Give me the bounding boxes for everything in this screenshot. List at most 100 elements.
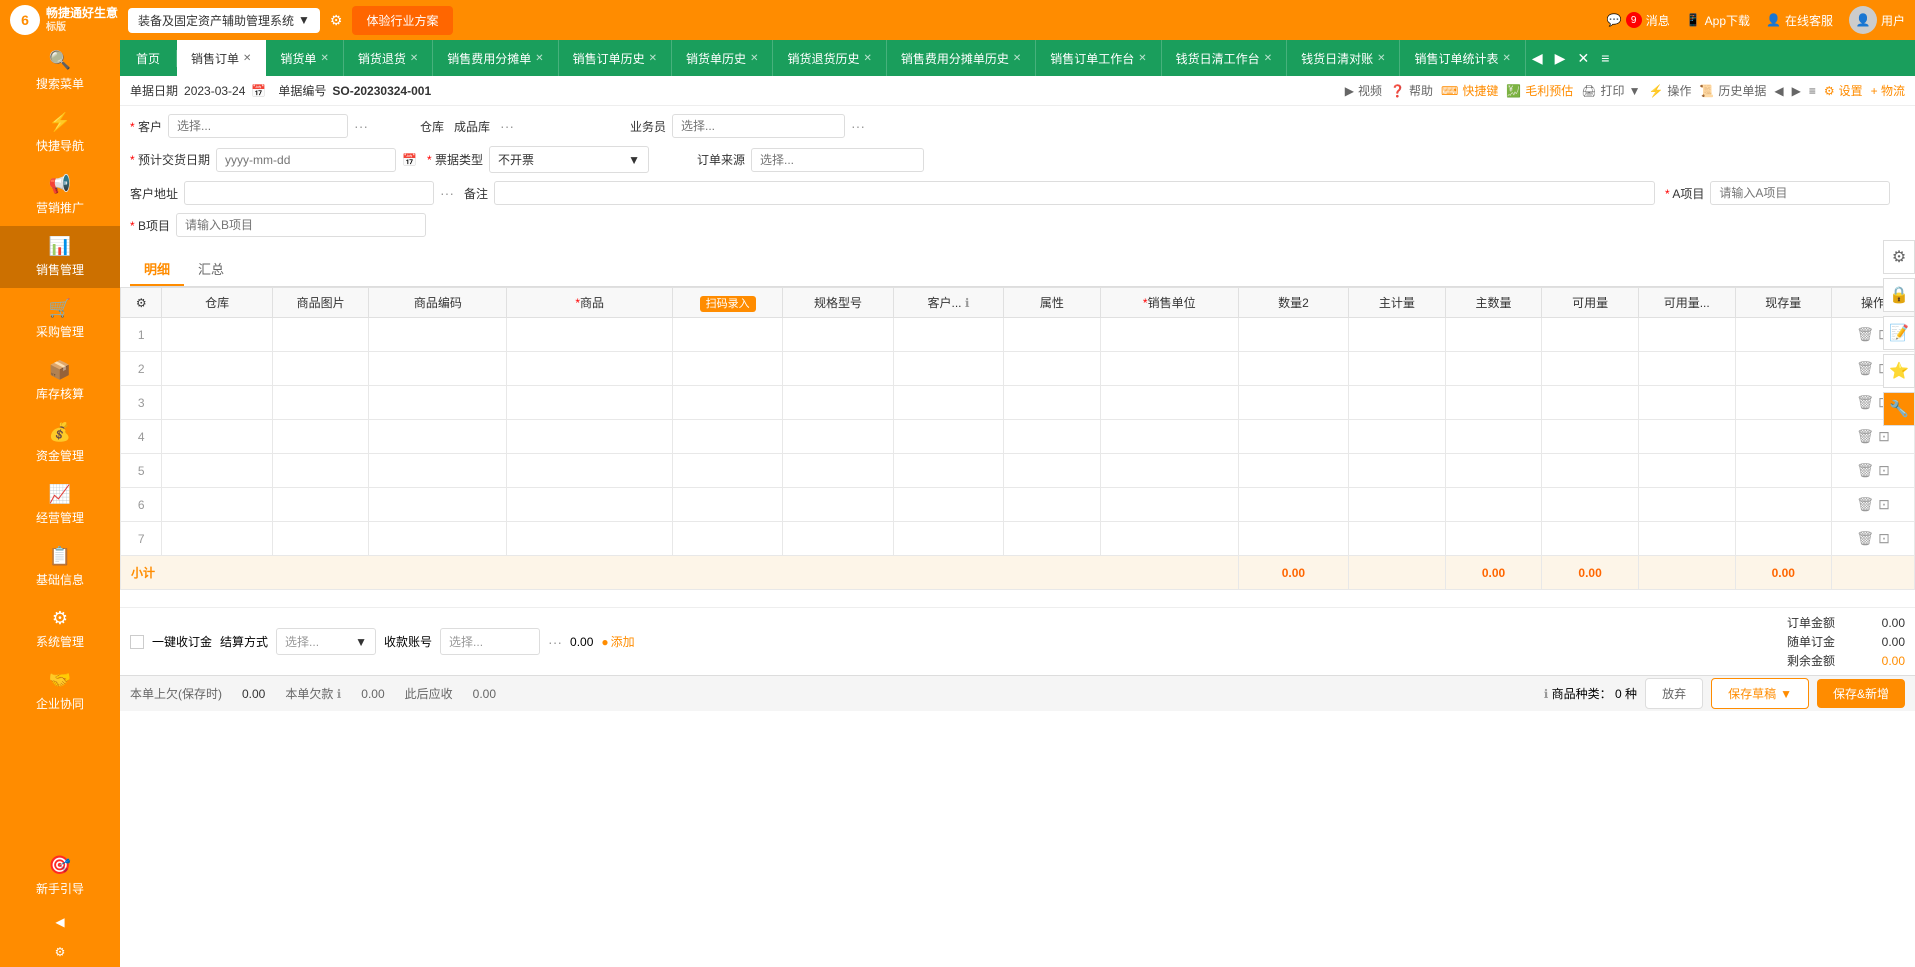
tab-home[interactable]: 首页 [120, 50, 177, 67]
order-source-input[interactable] [751, 148, 924, 172]
row-1-spec[interactable] [783, 318, 893, 352]
nav-next[interactable]: ▶ [1792, 84, 1801, 98]
scan-button[interactable]: 扫码录入 [700, 296, 756, 312]
row-7-delete-icon[interactable]: 🗑 [1856, 530, 1874, 547]
row-4-warehouse[interactable] [162, 420, 272, 454]
row-2-product[interactable] [507, 352, 673, 386]
online-service-item[interactable]: 👤 在线客服 [1766, 12, 1833, 29]
row-1-attribute[interactable] [1004, 318, 1101, 352]
col-settings[interactable]: ⚙ [121, 288, 162, 318]
sidebar-item-guide[interactable]: 🎯 新手引导 [0, 845, 120, 907]
row-5-customer-code[interactable] [893, 454, 1003, 488]
tab-expense-history[interactable]: 销售费用分摊单历史 ✕ [887, 40, 1036, 76]
add-payment-btn[interactable]: ● 添加 [601, 633, 634, 650]
row-3-customer-code[interactable] [893, 386, 1003, 420]
save-new-button[interactable]: 保存&新增 [1817, 679, 1905, 708]
tab-prev-arrow[interactable]: ◀ [1526, 50, 1549, 67]
tab-close-sales-return[interactable]: ✕ [410, 53, 418, 64]
b-project-input[interactable] [176, 213, 426, 237]
row-3-delete-icon[interactable]: 🗑 [1856, 394, 1874, 411]
customer-more-btn[interactable]: ··· [354, 118, 368, 134]
tab-close-sales-expense[interactable]: ✕ [535, 53, 543, 64]
row-3-code[interactable] [369, 386, 507, 420]
row-3-unit[interactable] [1100, 386, 1238, 420]
row-4-qty2[interactable] [1238, 420, 1348, 454]
sidebar-settings-btn[interactable]: ⚙ [0, 937, 120, 967]
tab-summary[interactable]: 汇总 [184, 253, 238, 286]
row-7-main-qty[interactable] [1445, 522, 1542, 556]
a-project-input[interactable] [1710, 181, 1890, 205]
sidebar-item-purchase[interactable]: 🛒 采购管理 [0, 288, 120, 350]
sidebar-item-management[interactable]: 📈 经营管理 [0, 474, 120, 536]
row-7-unit[interactable] [1100, 522, 1238, 556]
app-download-item[interactable]: 📱 App下载 [1686, 12, 1750, 29]
row-7-qty2[interactable] [1238, 522, 1348, 556]
row-4-attribute[interactable] [1004, 420, 1101, 454]
settings-right-btn[interactable]: ⚙ 设置 [1824, 82, 1863, 99]
tab-sales-return[interactable]: 销货退货 ✕ [344, 40, 433, 76]
sidebar-item-search[interactable]: 🔍 搜索菜单 [0, 40, 120, 102]
tab-close-daily-workbench[interactable]: ✕ [1264, 53, 1272, 64]
row-4-delete-icon[interactable]: 🗑 [1856, 428, 1874, 445]
one-click-checkbox[interactable] [130, 635, 144, 649]
row-6-customer-code[interactable] [893, 488, 1003, 522]
nav-prev[interactable]: ◀ [1774, 84, 1783, 98]
tab-order-workbench[interactable]: 销售订单工作台 ✕ [1036, 40, 1161, 76]
tab-close-sales-order[interactable]: ✕ [243, 53, 251, 64]
help-btn[interactable]: ❓ 帮助 [1390, 82, 1433, 99]
payment-more-btn[interactable]: ··· [548, 634, 562, 650]
row-2-spec[interactable] [783, 352, 893, 386]
tab-sales-order-history[interactable]: 销售订单历史 ✕ [559, 40, 672, 76]
row-6-unit[interactable] [1100, 488, 1238, 522]
row-4-unit[interactable] [1100, 420, 1238, 454]
row-2-delete-icon[interactable]: 🗑 [1856, 360, 1874, 377]
row-7-customer-code[interactable] [893, 522, 1003, 556]
tab-daily-reconcile[interactable]: 钱货日清对账 ✕ [1287, 40, 1400, 76]
row-6-product[interactable] [507, 488, 673, 522]
row-1-unit[interactable] [1100, 318, 1238, 352]
tab-sales-expense[interactable]: 销售费用分摊单 ✕ [433, 40, 558, 76]
right-btn-4[interactable]: ⭐ [1883, 354, 1915, 388]
address-more-btn[interactable]: ··· [440, 185, 454, 201]
tab-close-sales-goods[interactable]: ✕ [320, 53, 328, 64]
row-5-copy-icon[interactable]: ⊡ [1878, 462, 1890, 479]
row-7-attribute[interactable] [1004, 522, 1101, 556]
tab-close-order-workbench[interactable]: ✕ [1138, 53, 1146, 64]
tab-detail[interactable]: 明细 [130, 253, 184, 286]
row-6-attribute[interactable] [1004, 488, 1101, 522]
row-2-customer-code[interactable] [893, 352, 1003, 386]
row-7-warehouse[interactable] [162, 522, 272, 556]
row-2-code[interactable] [369, 352, 507, 386]
sidebar-item-inventory[interactable]: 📦 库存核算 [0, 350, 120, 412]
row-5-spec[interactable] [783, 454, 893, 488]
row-7-product[interactable] [507, 522, 673, 556]
sidebar-collapse-btn[interactable]: ◀ [0, 907, 120, 937]
row-6-warehouse[interactable] [162, 488, 272, 522]
sidebar-item-system[interactable]: ⚙ 系统管理 [0, 598, 120, 660]
sidebar-item-sales[interactable]: 📊 销售管理 [0, 226, 120, 288]
row-3-qty2[interactable] [1238, 386, 1348, 420]
row-3-main-qty[interactable] [1445, 386, 1542, 420]
view-btn[interactable]: ▶ 视频 [1345, 82, 1382, 99]
row-5-main-qty[interactable] [1445, 454, 1542, 488]
user-item[interactable]: 👤 用户 [1849, 6, 1905, 34]
row-5-code[interactable] [369, 454, 507, 488]
tab-close-return-history[interactable]: ✕ [863, 53, 871, 64]
row-4-main-qty[interactable] [1445, 420, 1542, 454]
history-btn[interactable]: 📜 历史单据 [1699, 82, 1766, 99]
salesman-more-btn[interactable]: ··· [851, 118, 865, 134]
tab-sales-goods-history[interactable]: 销货单历史 ✕ [672, 40, 773, 76]
row-2-attribute[interactable] [1004, 352, 1101, 386]
row-4-code[interactable] [369, 420, 507, 454]
row-6-main-qty[interactable] [1445, 488, 1542, 522]
row-2-main-qty[interactable] [1445, 352, 1542, 386]
address-input[interactable] [184, 181, 434, 205]
row-3-spec[interactable] [783, 386, 893, 420]
row-1-warehouse[interactable] [162, 318, 272, 352]
add-material-btn[interactable]: + 物流 [1871, 82, 1905, 99]
row-2-unit[interactable] [1100, 352, 1238, 386]
row-1-main-qty[interactable] [1445, 318, 1542, 352]
warehouse-more-btn[interactable]: ··· [500, 118, 514, 134]
bank-account-select[interactable]: 选择... [440, 628, 540, 655]
salesman-input[interactable] [672, 114, 845, 138]
